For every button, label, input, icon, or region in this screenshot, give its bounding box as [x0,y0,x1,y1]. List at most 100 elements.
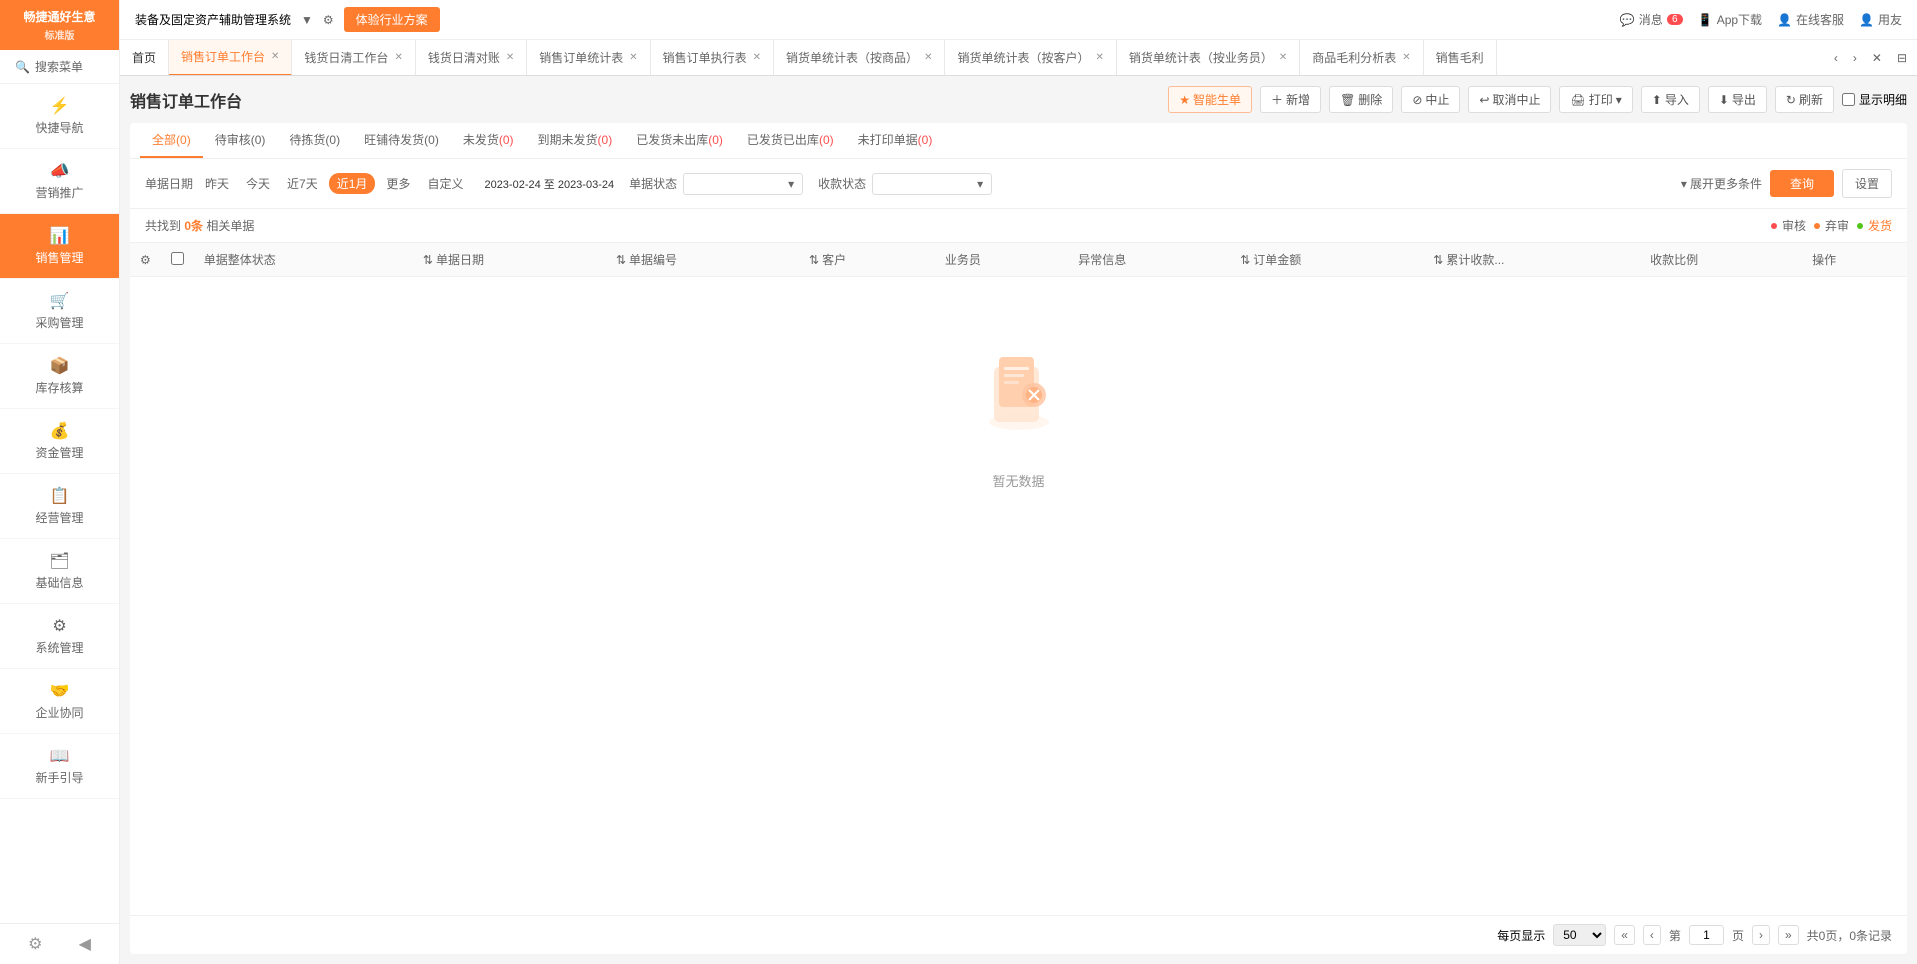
show-detail-checkbox-wrapper[interactable]: 显示明细 [1842,91,1907,108]
tab-sales-order-workbench[interactable]: 销售订单工作台 ✕ [169,40,292,76]
online-service-item[interactable]: 👤 在线客服 [1777,11,1844,28]
tab-sales-summary-staff[interactable]: 销货单统计表（按业务员） ✕ [1117,40,1300,76]
per-page-select[interactable]: 10 20 50 100 [1553,924,1606,946]
last-page-button[interactable]: » [1778,925,1799,945]
tab-sales-summary-product[interactable]: 销货单统计表（按商品） ✕ [774,40,945,76]
tab-prev-arrow[interactable]: ‹ [1829,49,1843,67]
tab-close-icon[interactable]: ✕ [506,52,514,63]
tab-close-all[interactable]: ✕ [1867,49,1887,67]
tab-close-icon[interactable]: ✕ [753,52,761,63]
th-checkbox[interactable] [161,243,194,277]
tab-sales-stat[interactable]: 销售订单统计表 ✕ [527,40,650,76]
settings-icon[interactable]: ⚙ [28,934,42,954]
tab-close-icon[interactable]: ✕ [924,52,932,63]
tab-close-icon[interactable]: ✕ [1095,52,1103,63]
cancel-audit-action[interactable]: 弃审 [1814,217,1849,234]
tab-next-arrow[interactable]: › [1848,49,1862,67]
app-download-item[interactable]: 📱 App下载 [1698,11,1762,28]
date-filter: 单据日期 昨天 今天 近7天 近1月 更多 自定义 [145,173,469,194]
sidebar-item-label: 库存核算 [35,379,83,396]
audit-action[interactable]: 审核 [1771,217,1806,234]
filter-tab-not-printed[interactable]: 未打印单据(0) [846,123,945,158]
page-input[interactable] [1689,925,1724,945]
shortcut-more[interactable]: 更多 [380,173,416,194]
tab-close-icon[interactable]: ✕ [1279,52,1287,63]
filter-tab-overdue[interactable]: 到期未发货(0) [526,123,625,158]
filter-tab-wangpu[interactable]: 旺铺待发货(0) [352,123,451,158]
collapse-icon[interactable]: ◀ [79,934,91,954]
refresh-button[interactable]: ↻ 刷新 [1775,86,1834,113]
th-customer[interactable]: ⇅ 客户 [799,243,935,277]
query-button[interactable]: 查询 [1770,170,1834,197]
th-date[interactable]: ⇅ 单据日期 [413,243,606,277]
sort-icon: ⇅ [1433,253,1443,267]
smart-generate-button[interactable]: ★ 智能生单 [1168,86,1252,113]
tab-close-icon[interactable]: ✕ [271,51,279,62]
tab-product-margin[interactable]: 商品毛利分析表 ✕ [1300,40,1423,76]
stop-button[interactable]: ⊘ 中止 [1401,86,1460,113]
tab-close-icon[interactable]: ✕ [394,52,402,63]
sidebar-item-sales[interactable]: 📊 销售管理 [0,214,119,279]
sidebar-item-search[interactable]: 🔍 搜索菜单 [0,50,119,84]
filter-tab-pending-inspection[interactable]: 待拣货(0) [277,123,352,158]
filter-tab-shipped-not-out[interactable]: 已发货未出库(0) [624,123,735,158]
shortcut-today[interactable]: 今天 [240,173,276,194]
th-collected[interactable]: ⇅ 累计收款... [1423,243,1640,277]
sidebar-item-marketing[interactable]: 📣 营销推广 [0,149,119,214]
sidebar-item-enterprise[interactable]: 🤝 企业协同 [0,669,119,734]
import-button[interactable]: ⬆ 导入 [1641,86,1700,113]
shortcut-yesterday[interactable]: 昨天 [199,173,235,194]
setting-button[interactable]: 设置 [1842,169,1892,198]
experience-button[interactable]: 体验行业方案 [344,7,440,32]
delete-button[interactable]: 🗑 删除 [1329,86,1393,113]
tab-sales-profit[interactable]: 销售毛利 [1424,40,1497,76]
filter-tab-shipped-out[interactable]: 已发货已出库(0) [735,123,846,158]
sidebar-item-quick-nav[interactable]: ⚡ 快捷导航 [0,84,119,149]
tab-cash-reconcile[interactable]: 钱货日清对账 ✕ [416,40,527,76]
payment-select[interactable]: ▾ [872,173,992,195]
select-all-checkbox[interactable] [171,252,184,265]
message-badge: 6 [1667,14,1683,25]
print-button[interactable]: 🖨 打印 ▾ [1559,86,1632,113]
user-item[interactable]: 👤 用友 [1859,11,1902,28]
th-number[interactable]: ⇅ 单据编号 [606,243,799,277]
show-detail-checkbox[interactable] [1842,93,1855,106]
sidebar-item-system[interactable]: ⚙ 系统管理 [0,604,119,669]
ship-action[interactable]: 发货 [1857,217,1892,234]
cancel-stop-button[interactable]: ↩ 取消中止 [1468,86,1551,113]
sidebar-item-operation[interactable]: 📋 经营管理 [0,474,119,539]
shortcut-last7[interactable]: 近7天 [281,173,324,194]
sidebar-item-purchase[interactable]: 🛒 采购管理 [0,279,119,344]
th-amount[interactable]: ⇅ 订单金额 [1230,243,1423,277]
tab-cash-daily[interactable]: 钱货日清工作台 ✕ [292,40,415,76]
tab-close-icon[interactable]: ✕ [629,52,637,63]
sidebar-item-base[interactable]: 🗂 基础信息 [0,539,119,604]
filter-tab-all[interactable]: 全部(0) [140,123,203,158]
tab-expand[interactable]: ⊟ [1892,49,1912,67]
table-scroll-area[interactable]: ⚙ 单据整体状态 ⇅ 单据日期 [130,243,1907,915]
export-button[interactable]: ⬇ 导出 [1708,86,1767,113]
sidebar-item-finance[interactable]: 💰 资金管理 [0,409,119,474]
status-select[interactable]: ▾ [683,173,803,195]
date-filter-label: 单据日期 [145,175,193,192]
shortcut-custom[interactable]: 自定义 [421,173,469,194]
tab-close-icon[interactable]: ✕ [1402,52,1410,63]
expand-conditions-button[interactable]: ▾ 展开更多条件 [1681,175,1762,192]
tab-home[interactable]: 首页 [120,40,169,76]
system-dropdown[interactable]: ▼ [301,13,313,27]
next-page-button[interactable]: › [1752,925,1770,945]
message-item[interactable]: 💬 消息 6 [1620,11,1683,28]
filter-tab-pending-review[interactable]: 待审核(0) [203,123,278,158]
filter-tab-not-shipped[interactable]: 未发货(0) [451,123,526,158]
th-settings[interactable]: ⚙ [130,243,161,277]
sidebar-item-inventory[interactable]: 📦 库存核算 [0,344,119,409]
prev-page-button[interactable]: ‹ [1643,925,1661,945]
settings-icon[interactable]: ⚙ [323,13,334,27]
add-button[interactable]: ＋ 新增 [1260,86,1321,113]
first-page-button[interactable]: « [1614,925,1635,945]
tab-sales-exec[interactable]: 销售订单执行表 ✕ [651,40,774,76]
tab-sales-summary-customer[interactable]: 销货单统计表（按客户） ✕ [945,40,1116,76]
sidebar-item-guide[interactable]: 📖 新手引导 [0,734,119,799]
shortcut-last1month[interactable]: 近1月 [329,173,376,194]
page-actions: ★ 智能生单 ＋ 新增 🗑 删除 ⊘ 中止 ↩ 取消中止 [1168,86,1907,113]
